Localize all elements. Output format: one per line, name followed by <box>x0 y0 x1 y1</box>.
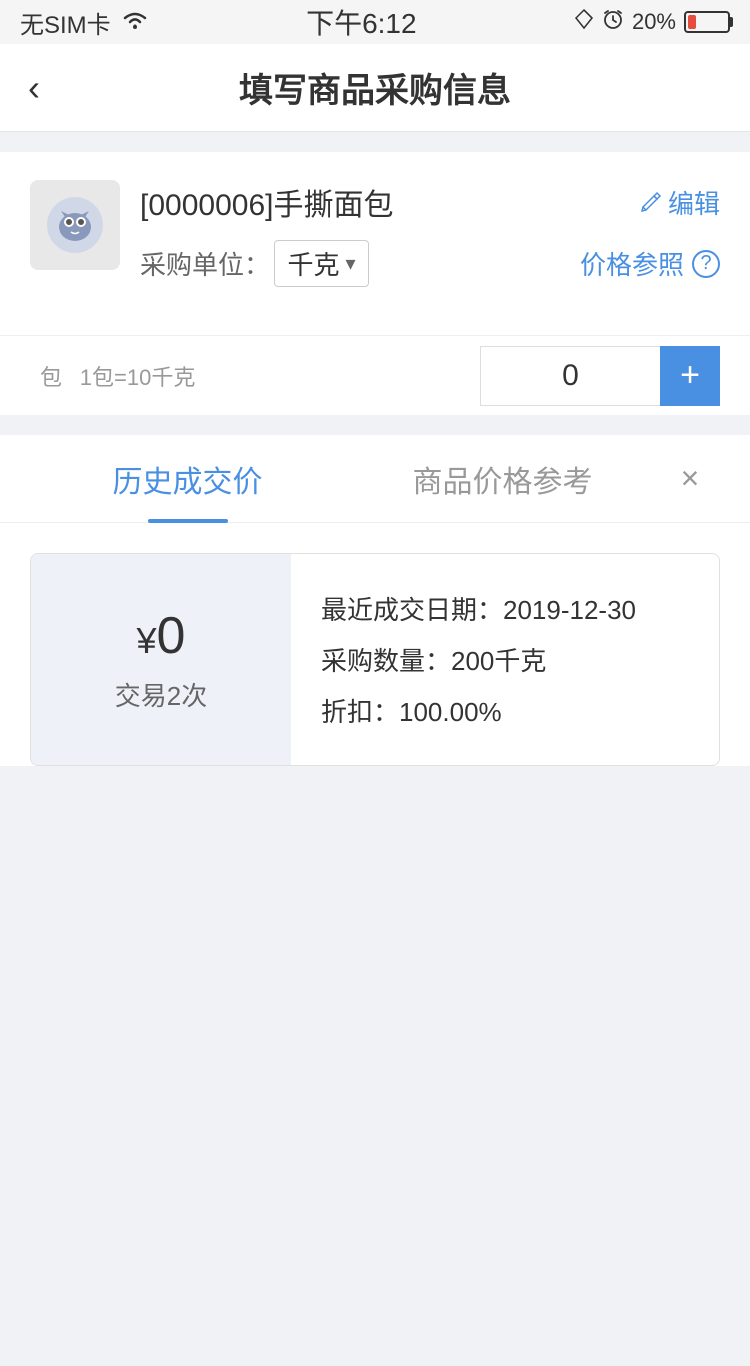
price-reference-button[interactable]: 价格参照 ? <box>580 245 720 282</box>
unit-selector: 采购单位： 千克 ▾ <box>140 240 369 287</box>
tab-underline <box>148 519 228 523</box>
tab-close-button[interactable]: × <box>660 449 720 509</box>
product-card: [0000006]手撕面包 编辑 采购单位： 千克 ▾ <box>0 152 750 335</box>
history-price-value: ¥0 <box>137 606 186 666</box>
info-icon: ? <box>692 250 720 278</box>
history-trade-count: 交易2次 <box>115 676 207 713</box>
location-icon <box>574 8 594 36</box>
alarm-icon <box>602 8 624 36</box>
history-date-row: 最近成交日期：2019-12-30 <box>321 590 689 627</box>
back-button[interactable]: ‹ <box>28 67 40 109</box>
history-details: 最近成交日期：2019-12-30 采购数量：200千克 折扣：100.00% <box>291 554 719 765</box>
quantity-plus-button[interactable]: + <box>660 346 720 406</box>
history-price-section: ¥0 交易2次 <box>31 554 291 765</box>
unit-dropdown[interactable]: 千克 ▾ <box>274 240 368 287</box>
battery-icon <box>684 11 730 33</box>
tabs-container: 历史成交价 商品价格参考 × ¥0 交易2次 最近成交日期：2019-12-30… <box>0 435 750 766</box>
status-bar: 无SIM卡 下午6:12 20% <box>0 0 750 44</box>
tab-history-price[interactable]: 历史成交价 <box>30 435 345 523</box>
tab-product-price[interactable]: 商品价格参考 <box>345 435 660 523</box>
nav-bar: ‹ 填写商品采购信息 <box>0 44 750 132</box>
history-quantity-row: 采购数量：200千克 <box>321 641 689 678</box>
quantity-row: 包 1包=10千克 0 + <box>0 335 750 415</box>
status-right: 20% <box>574 8 730 36</box>
status-carrier: 无SIM卡 <box>20 5 149 40</box>
tabs-header: 历史成交价 商品价格参考 × <box>0 435 750 523</box>
quantity-label: 包 1包=10千克 <box>30 360 195 392</box>
quantity-input[interactable]: 0 <box>480 346 660 406</box>
product-name: [0000006]手撕面包 <box>140 180 393 224</box>
quantity-controls: 0 + <box>480 346 720 406</box>
battery-percent: 20% <box>632 9 676 35</box>
history-discount-row: 折扣：100.00% <box>321 692 689 729</box>
status-time: 下午6:12 <box>306 2 417 42</box>
product-image <box>30 180 120 270</box>
page-background <box>0 766 750 1366</box>
wifi-icon <box>121 8 149 37</box>
edit-button[interactable]: 编辑 <box>640 184 720 221</box>
product-info: [0000006]手撕面包 编辑 采购单位： 千克 ▾ <box>140 180 720 287</box>
page-title: 填写商品采购信息 <box>239 63 511 112</box>
history-card: ¥0 交易2次 最近成交日期：2019-12-30 采购数量：200千克 折扣：… <box>30 553 720 766</box>
